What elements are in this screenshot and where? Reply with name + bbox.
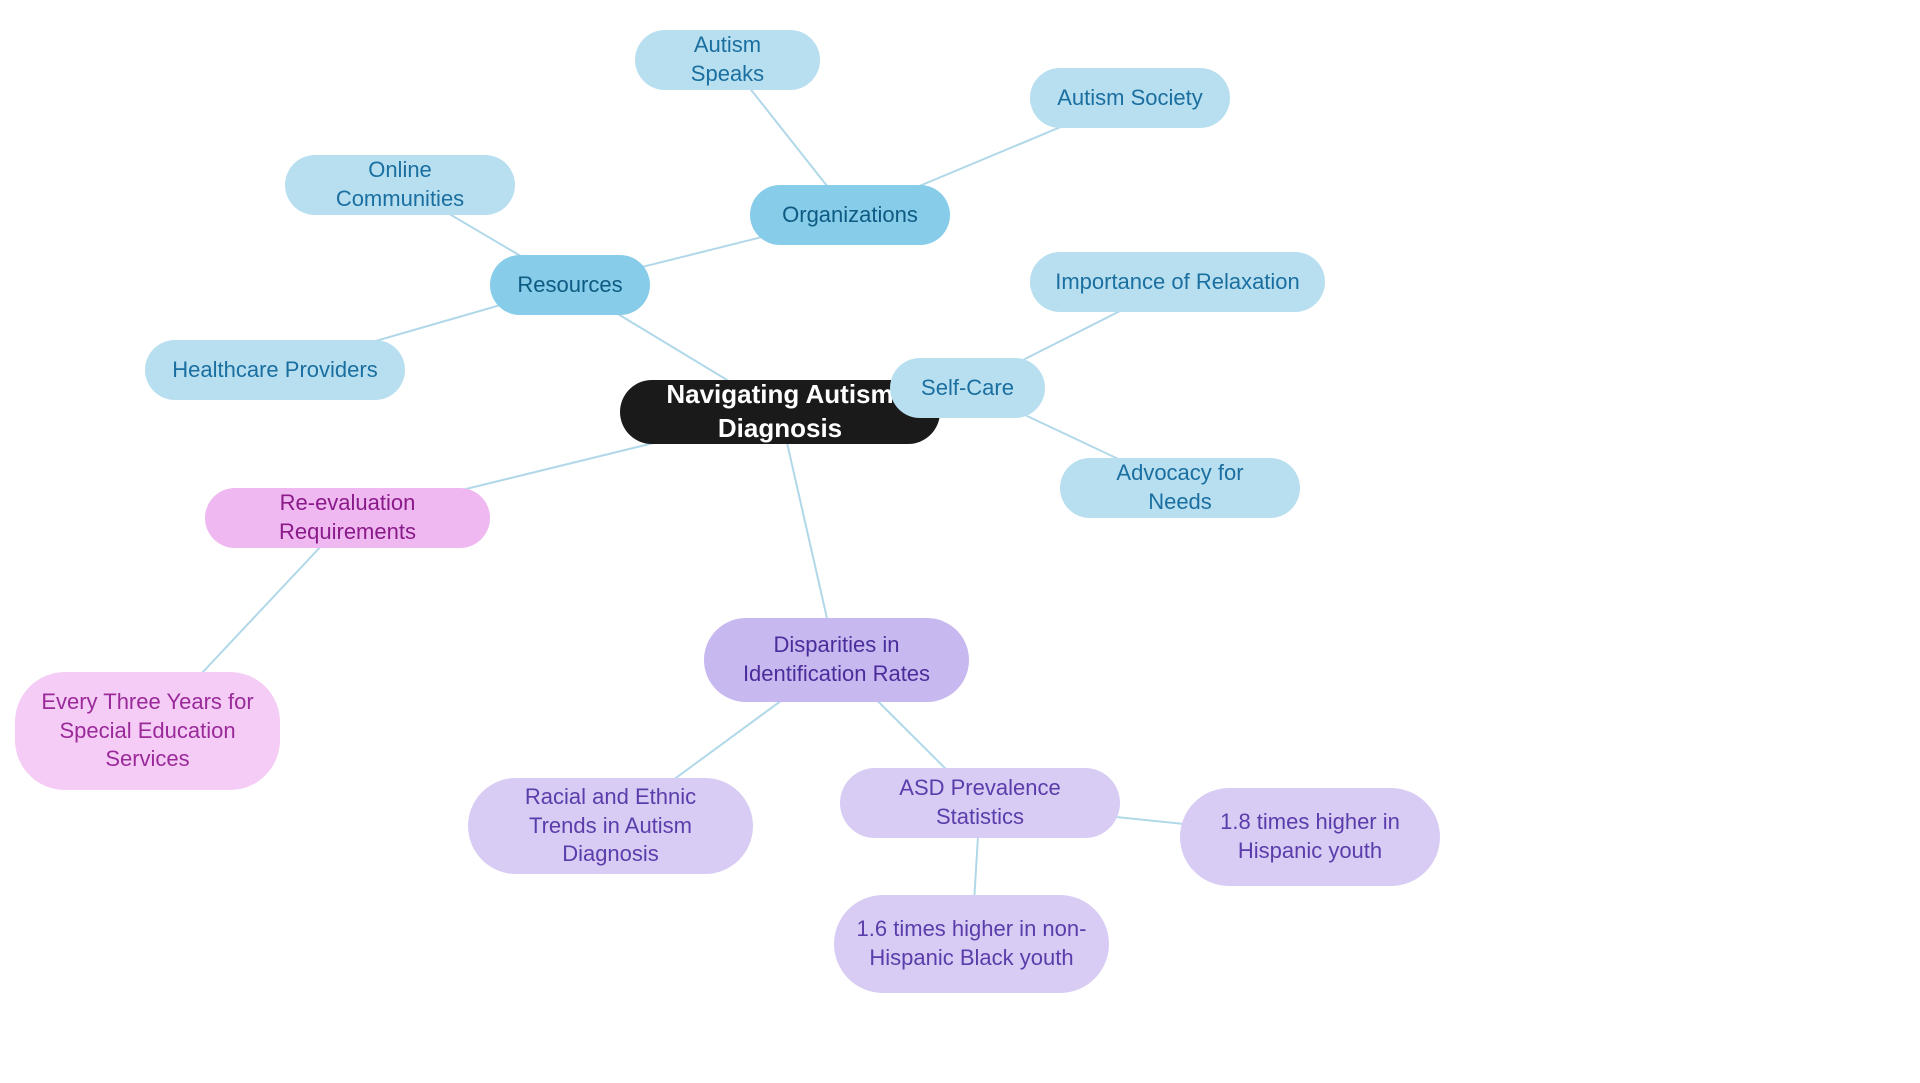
advocacy-needs-node[interactable]: Advocacy for Needs: [1060, 458, 1300, 518]
importance-relaxation-node[interactable]: Importance of Relaxation: [1030, 252, 1325, 312]
higher-black-node[interactable]: 1.6 times higher in non-Hispanic Black y…: [834, 895, 1109, 993]
resources-node[interactable]: Resources: [490, 255, 650, 315]
healthcare-providers-node[interactable]: Healthcare Providers: [145, 340, 405, 400]
organizations-node[interactable]: Organizations: [750, 185, 950, 245]
asd-prevalence-node[interactable]: ASD Prevalence Statistics: [840, 768, 1120, 838]
higher-hispanic-node[interactable]: 1.8 times higher in Hispanic youth: [1180, 788, 1440, 886]
self-care-node[interactable]: Self-Care: [890, 358, 1045, 418]
online-communities-node[interactable]: Online Communities: [285, 155, 515, 215]
racial-ethnic-node[interactable]: Racial and Ethnic Trends in Autism Diagn…: [468, 778, 753, 874]
every-three-years-node[interactable]: Every Three Years for Special Education …: [15, 672, 280, 790]
autism-speaks-node[interactable]: Autism Speaks: [635, 30, 820, 90]
disparities-node[interactable]: Disparities in Identification Rates: [704, 618, 969, 702]
reevaluation-node[interactable]: Re-evaluation Requirements: [205, 488, 490, 548]
autism-society-node[interactable]: Autism Society: [1030, 68, 1230, 128]
